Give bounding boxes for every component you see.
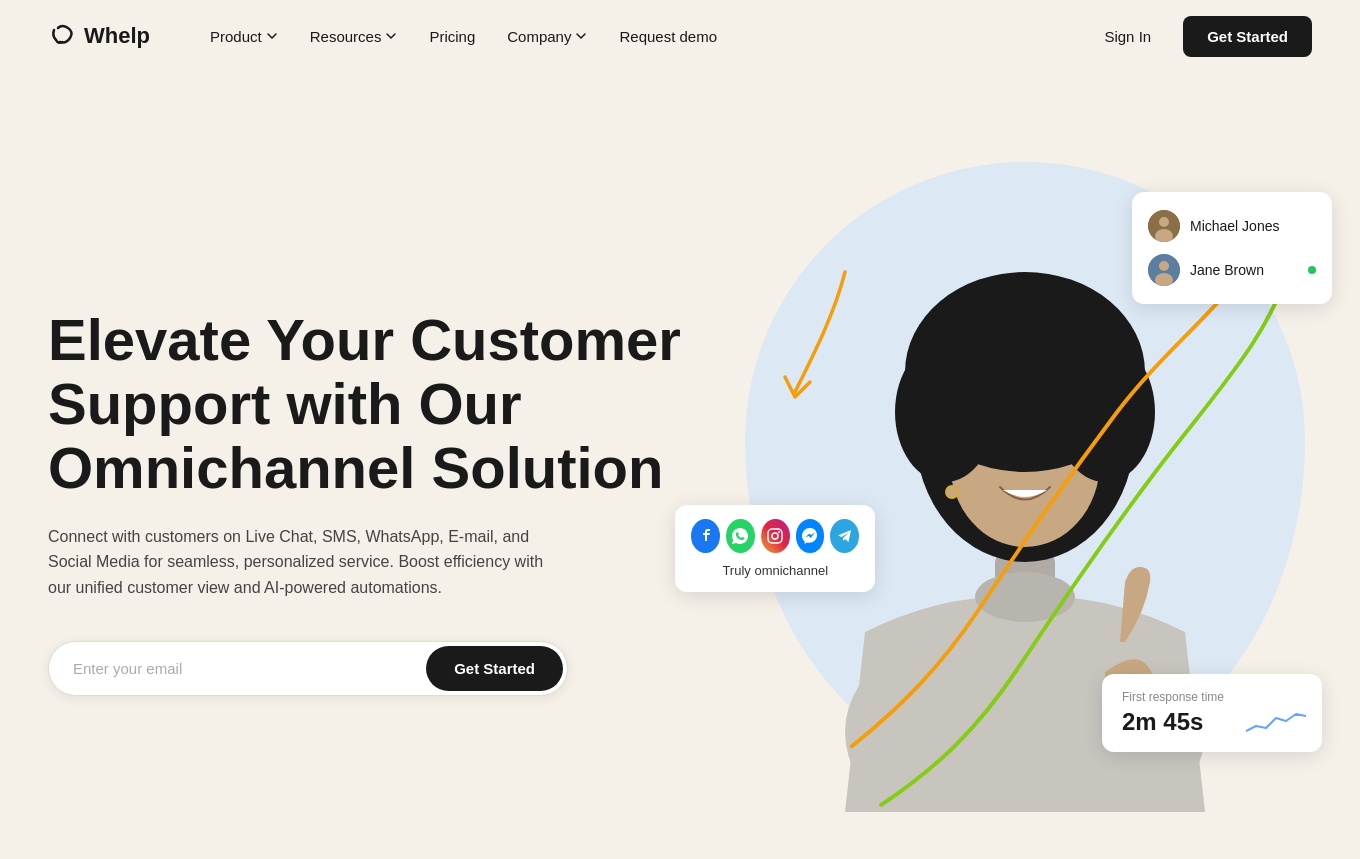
svg-point-19: [778, 531, 780, 533]
hero-section: Elevate Your Customer Support with Our O…: [0, 72, 1360, 852]
svg-point-7: [993, 450, 1013, 464]
svg-point-5: [895, 342, 995, 482]
chevron-down-icon: [266, 30, 278, 42]
omni-label: Truly omnichannel: [691, 563, 859, 578]
users-card: Michael Jones Jane Brown: [1132, 192, 1332, 304]
response-label: First response time: [1122, 690, 1302, 704]
hero-right: Michael Jones Jane Brown: [705, 132, 1312, 832]
email-input[interactable]: [49, 642, 422, 695]
nav-item-resources[interactable]: Resources: [298, 20, 410, 53]
nav-right: Sign In Get Started: [1088, 16, 1312, 57]
svg-point-18: [772, 533, 778, 539]
user-name-michael: Michael Jones: [1190, 218, 1280, 234]
logo-icon: [48, 22, 76, 50]
user-row-michael: Michael Jones: [1148, 204, 1316, 248]
channel-icons: [691, 519, 859, 553]
avatar-jane: [1148, 254, 1180, 286]
hero-subtitle: Connect with customers on Live Chat, SMS…: [48, 524, 568, 601]
chevron-down-icon: [575, 30, 587, 42]
get-started-nav-button[interactable]: Get Started: [1183, 16, 1312, 57]
navbar: Whelp Product Resources Pricing Company …: [0, 0, 1360, 72]
logo[interactable]: Whelp: [48, 22, 150, 50]
svg-rect-17: [768, 529, 782, 543]
get-started-form-button[interactable]: Get Started: [426, 646, 563, 691]
avatar-michael: [1148, 210, 1180, 242]
nav-item-pricing[interactable]: Pricing: [417, 20, 487, 53]
email-form: Get Started: [48, 641, 568, 696]
omnichannel-card: Truly omnichannel: [675, 505, 875, 592]
chevron-down-icon: [385, 30, 397, 42]
instagram-icon: [761, 519, 790, 553]
mini-chart: [1246, 706, 1306, 736]
logo-text: Whelp: [84, 23, 150, 49]
svg-point-15: [1159, 261, 1169, 271]
user-row-jane: Jane Brown: [1148, 248, 1316, 292]
svg-point-6: [1055, 342, 1155, 482]
nav-links: Product Resources Pricing Company Reques…: [198, 20, 1088, 53]
svg-point-8: [1037, 450, 1057, 464]
response-time-card: First response time 2m 45s: [1102, 674, 1322, 752]
svg-point-12: [1159, 217, 1169, 227]
nav-item-company[interactable]: Company: [495, 20, 599, 53]
hero-title: Elevate Your Customer Support with Our O…: [48, 308, 705, 499]
whatsapp-icon: [726, 519, 755, 553]
facebook-icon: [691, 519, 720, 553]
sign-in-button[interactable]: Sign In: [1088, 20, 1167, 53]
svg-point-9: [946, 486, 958, 498]
user-name-jane: Jane Brown: [1190, 262, 1264, 278]
messenger-icon: [796, 519, 825, 553]
telegram-icon: [830, 519, 859, 553]
hero-left: Elevate Your Customer Support with Our O…: [48, 268, 705, 695]
online-indicator: [1308, 266, 1316, 274]
svg-point-10: [975, 572, 1075, 622]
nav-item-request-demo[interactable]: Request demo: [607, 20, 729, 53]
nav-item-product[interactable]: Product: [198, 20, 290, 53]
